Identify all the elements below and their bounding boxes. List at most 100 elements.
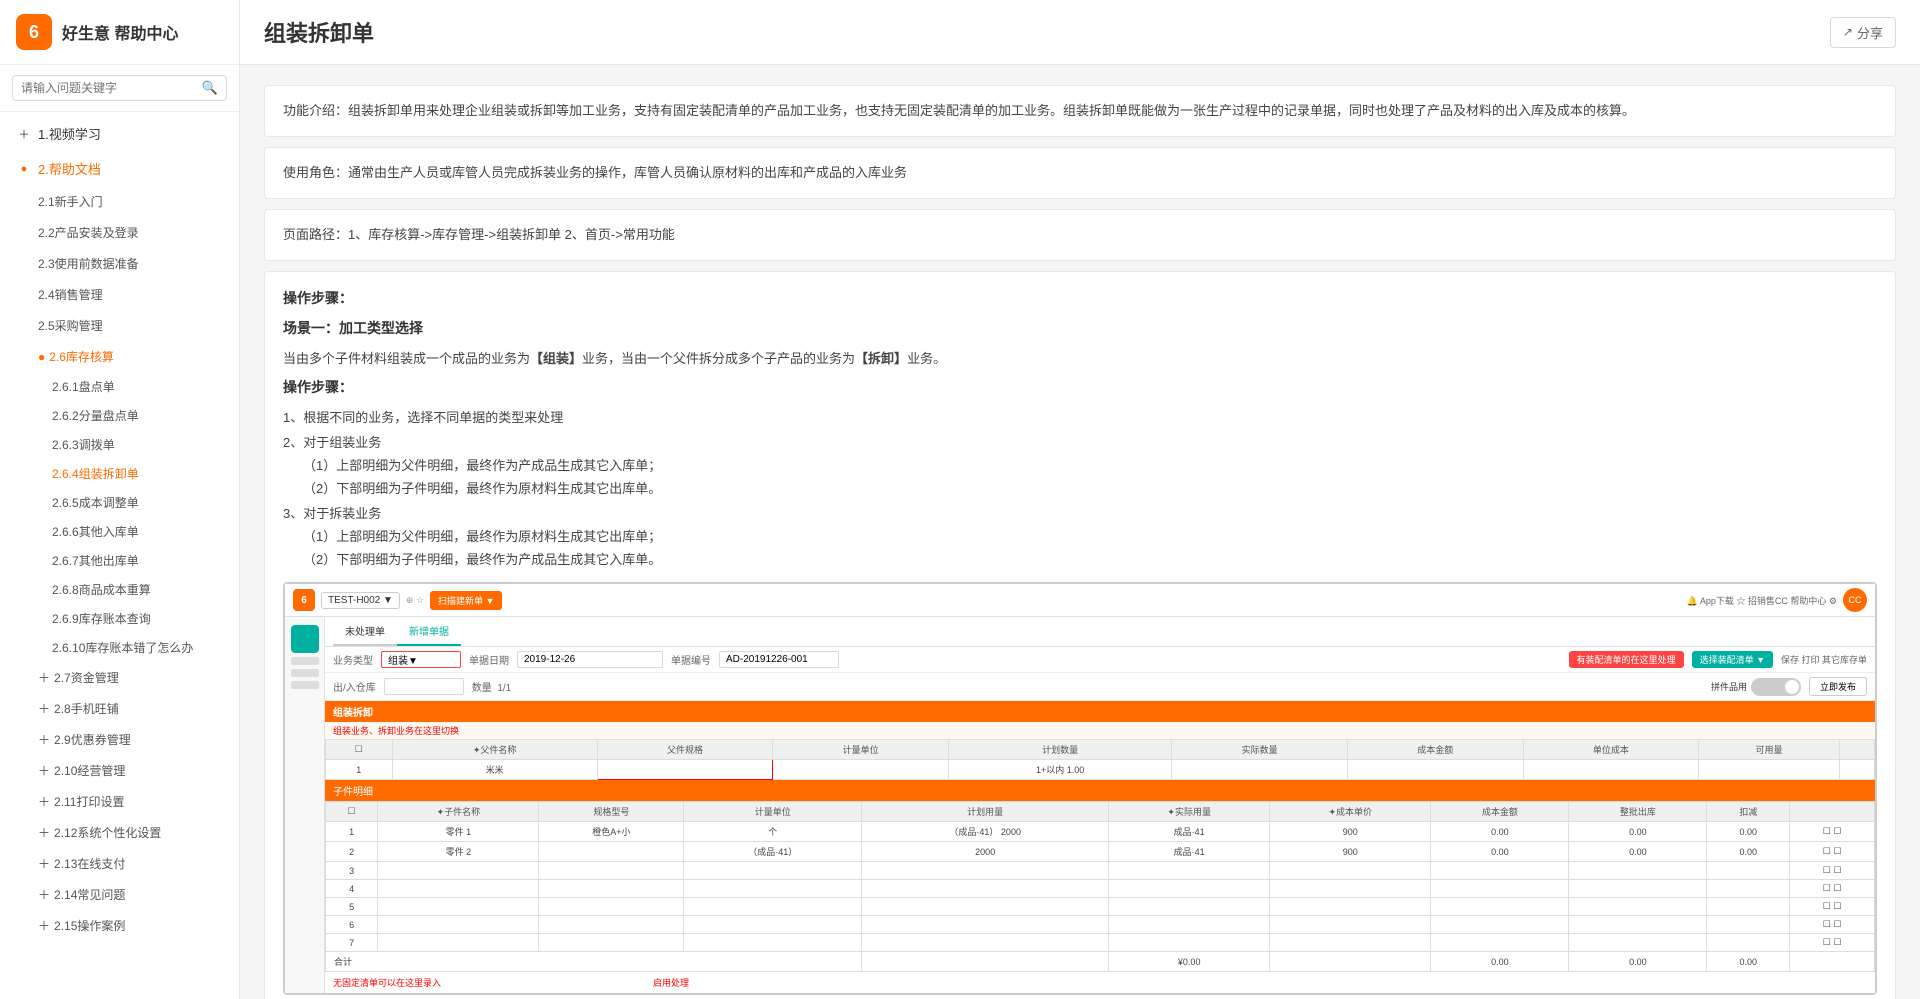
- sidebar-item-docs-262[interactable]: 2.6.2分量盘点单: [0, 401, 239, 430]
- sidebar-item-docs-22[interactable]: 2.2产品安装及登录: [0, 217, 239, 248]
- sidebar-item-docs-261[interactable]: 2.6.1盘点单: [0, 372, 239, 401]
- share-label: 分享: [1857, 23, 1883, 42]
- mock-tab-1[interactable]: 未处理单: [333, 617, 397, 646]
- screenshot-container: 6 TEST-H002 ▼ ⊕ ☆ 扫描建新单 ▼ 🔔 App下载 ☆ 招销售C…: [283, 582, 1877, 995]
- role-intro-text: 使用角色：通常由生产人员或库管人员完成拆装业务的操作，库管人员确认原材料的出库和…: [283, 165, 907, 180]
- mock-date-input[interactable]: [517, 651, 663, 668]
- func-intro-block: 功能介绍：组装拆卸单用来处理企业组装或拆卸等加工业务，支持有固定装配清单的产品加…: [264, 85, 1896, 137]
- mock-bom-hint: 有装配清单的在这里处理: [1569, 651, 1684, 668]
- lth-ops: 扣减: [1707, 802, 1790, 822]
- sidebar-item-docs-269[interactable]: 2.6.9库存账本查询: [0, 604, 239, 633]
- mock-new-btn[interactable]: 扫描建新单 ▼: [430, 591, 502, 610]
- search-box[interactable]: 🔍: [12, 75, 227, 101]
- sidebar-item-docs-268[interactable]: 2.6.8商品成本重算: [0, 575, 239, 604]
- mock-tab-bar: 未处理单 新增单据: [325, 617, 1875, 647]
- lth-avail: 整批出库: [1569, 802, 1707, 822]
- sidebar-item-docs-263[interactable]: 2.6.3调拨单: [0, 430, 239, 459]
- mock-label-qty: 数量 1/1: [472, 679, 511, 694]
- mock-company-select[interactable]: TEST-H002 ▼: [321, 592, 400, 609]
- sidebar-item-docs-24[interactable]: 2.4销售管理: [0, 279, 239, 310]
- sidebar-item-docs-25[interactable]: 2.5采购管理: [0, 310, 239, 341]
- lower-table-row-4: 4: [326, 880, 1875, 898]
- sidebar-item-docs-26[interactable]: ● 2.6库存核算: [0, 341, 239, 372]
- scene-title: 场景一：加工类型选择: [283, 318, 1877, 338]
- lth-extra: [1790, 802, 1875, 822]
- mock-select-bom-btn[interactable]: 选择装配清单 ▼: [1692, 651, 1773, 668]
- sidebar-item-docs-266[interactable]: 2.6.6其他入库单: [0, 517, 239, 546]
- mock-sidebar-icon-1: [291, 625, 319, 653]
- sidebar-item-docs-28[interactable]: ＋ 2.8手机旺铺: [0, 693, 239, 724]
- sidebar-item-docs-2610[interactable]: 2.6.10库存账本错了怎么办: [0, 633, 239, 662]
- mock-type-input[interactable]: [381, 651, 461, 668]
- share-icon: ↗: [1843, 25, 1853, 39]
- mock-no-input[interactable]: [719, 651, 839, 668]
- mock-annotation-3: 启用处理: [653, 976, 689, 989]
- path-intro-text: 页面路径：1、库存核算->库存管理->组装拆卸单 2、首页->常用功能: [283, 227, 675, 242]
- role-intro-block: 使用角色：通常由生产人员或库管人员完成拆装业务的操作，库管人员确认原材料的出库和…: [264, 147, 1896, 199]
- sidebar-item-docs-23[interactable]: 2.3使用前数据准备: [0, 248, 239, 279]
- sidebar-item-docs-211[interactable]: ＋ 2.11打印设置: [0, 786, 239, 817]
- sidebar-item-docs-29[interactable]: ＋ 2.9优惠券管理: [0, 724, 239, 755]
- lth-plan-qty: 计划用量: [862, 802, 1109, 822]
- mock-label-type: 业务类型: [333, 652, 373, 667]
- sidebar-item-docs-265[interactable]: 2.6.5成本调整单: [0, 488, 239, 517]
- share-button[interactable]: ↗ 分享: [1830, 17, 1896, 48]
- step-2: 2、对于组装业务 （1）上部明细为父件明细，最终作为产成品生成其它入库单； （2…: [283, 432, 1877, 497]
- th-spec: 父件规格: [597, 740, 773, 760]
- expand-icon-docs: ●: [16, 161, 32, 177]
- mock-label-no: 单据编号: [671, 652, 711, 667]
- logo-area: 6 好生意 帮助中心: [0, 0, 239, 65]
- th-name: ✦父件名称: [392, 740, 597, 760]
- lth-unit-cost: ✦成本单价: [1270, 802, 1431, 822]
- mock-lower-table: ☐ ✦子件名称 规格型号 计量单位 计划用量 ✦实际用量 ✦成本单价: [325, 801, 1875, 972]
- steps-section: 操作步骤： 场景一：加工类型选择 当由多个子件材料组装成一个成品的业务为【组装】…: [264, 271, 1896, 999]
- mock-logo: 6: [293, 589, 315, 611]
- sidebar-item-docs-264[interactable]: 2.6.4组装拆卸单: [0, 459, 239, 488]
- th-check: ☐: [326, 740, 393, 760]
- th-avail: 可用量: [1699, 740, 1840, 760]
- func-intro-text: 功能介绍：组装拆卸单用来处理企业组装或拆卸等加工业务，支持有固定装配清单的产品加…: [283, 103, 1635, 118]
- sidebar-item-docs-210[interactable]: ＋ 2.10经营管理: [0, 755, 239, 786]
- th-cost: 成本金额: [1348, 740, 1524, 760]
- mock-toggle[interactable]: [1751, 678, 1801, 696]
- lth-unit: 计量单位: [684, 802, 862, 822]
- step-2-2: （2）下部明细为子件明细，最终作为原材料生成其它出库单。: [303, 478, 1877, 497]
- sidebar-item-docs-267[interactable]: 2.6.7其他出库单: [0, 546, 239, 575]
- search-input[interactable]: [21, 81, 202, 95]
- step-3: 3、对于拆装业务 （1）上部明细为父件明细，最终作为原材料生成其它出库单； （2…: [283, 503, 1877, 568]
- sidebar-item-docs-213[interactable]: ＋ 2.13在线支付: [0, 848, 239, 879]
- mock-ops: 保存 打印 其它库存单: [1781, 653, 1867, 666]
- mock-sidebar-icon-2: [291, 657, 319, 665]
- lth-check: ☐: [326, 802, 378, 822]
- search-area: 🔍: [0, 65, 239, 112]
- path-intro-block: 页面路径：1、库存核算->库存管理->组装拆卸单 2、首页->常用功能: [264, 209, 1896, 261]
- mock-topbar: 6 TEST-H002 ▼ ⊕ ☆ 扫描建新单 ▼ 🔔 App下载 ☆ 招销售C…: [285, 584, 1875, 617]
- sidebar-item-docs-215[interactable]: ＋ 2.15操作案例: [0, 910, 239, 941]
- content-area: 功能介绍：组装拆卸单用来处理企业组装或拆卸等加工业务，支持有固定装配清单的产品加…: [240, 65, 1920, 999]
- th-plan-qty: 计划数量: [948, 740, 1171, 760]
- mock-warehouse-input[interactable]: [384, 678, 464, 695]
- lower-table-row-3: 3: [326, 862, 1875, 880]
- mock-section-header-top: 组装拆卸: [325, 701, 1875, 722]
- main-header: 组装拆卸单 ↗ 分享: [240, 0, 1920, 65]
- nav-section: ＋ 1.视频学习 ● 2.帮助文档 2.1新手入门 2.2产品安装及登录 2.3…: [0, 112, 239, 945]
- mock-avatar: CC: [1843, 588, 1867, 612]
- sidebar-item-docs[interactable]: ● 2.帮助文档: [0, 151, 239, 186]
- sidebar-item-docs-21[interactable]: 2.1新手入门: [0, 186, 239, 217]
- search-icon[interactable]: 🔍: [202, 80, 218, 96]
- main-content: 组装拆卸单 ↗ 分享 功能介绍：组装拆卸单用来处理企业组装或拆卸等加工业务，支持…: [240, 0, 1920, 999]
- th-unit: 计量单位: [773, 740, 949, 760]
- lower-table-row-6: 6: [326, 916, 1875, 934]
- sidebar-item-docs-212[interactable]: ＋ 2.12系统个性化设置: [0, 817, 239, 848]
- mock-main-panel: 未处理单 新增单据 业务类型 单据日期: [325, 617, 1875, 993]
- lth-actual-qty: ✦实际用量: [1109, 802, 1270, 822]
- sidebar-item-video[interactable]: ＋ 1.视频学习: [0, 116, 239, 151]
- mock-tab-2[interactable]: 新增单据: [397, 617, 461, 646]
- mock-qiyong-label: 拼件品用: [1711, 680, 1747, 693]
- mock-ui: 6 TEST-H002 ▼ ⊕ ☆ 扫描建新单 ▼ 🔔 App下载 ☆ 招销售C…: [284, 583, 1876, 994]
- sidebar-item-docs-214[interactable]: ＋ 2.14常见问题: [0, 879, 239, 910]
- operation-title: 操作步骤：: [283, 288, 1877, 308]
- lth-name: ✦子件名称: [378, 802, 539, 822]
- sidebar-item-docs-27[interactable]: ＋ 2.7资金管理: [0, 662, 239, 693]
- mock-confirm-btn[interactable]: 立即发布: [1809, 677, 1867, 696]
